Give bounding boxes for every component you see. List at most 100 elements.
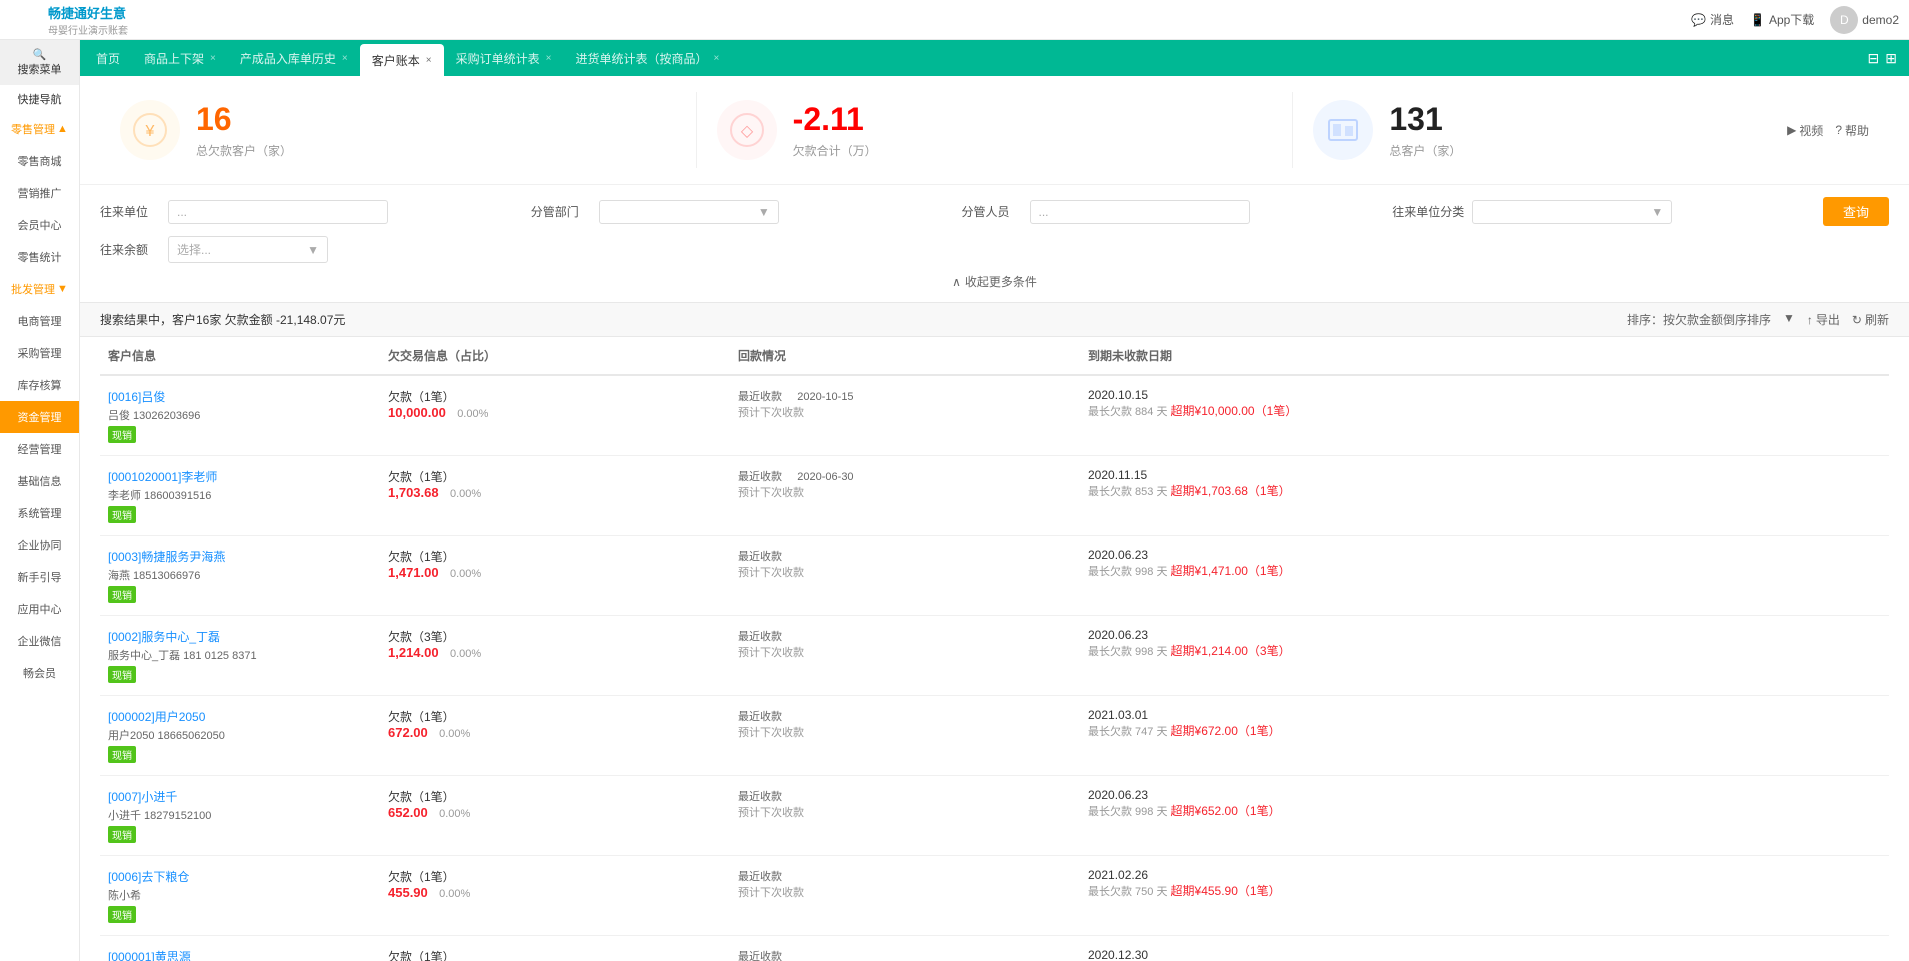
tab-close-icon[interactable]: × bbox=[546, 53, 552, 64]
sidebar-item-enterprise[interactable]: 企业协同 bbox=[0, 529, 79, 561]
user-area[interactable]: D demo2 bbox=[1830, 6, 1899, 34]
overdue-date: 2020.12.30 bbox=[1088, 948, 1881, 961]
unit-type-select[interactable]: ▼ bbox=[1472, 200, 1672, 224]
customer-name-link[interactable]: [0016]吕俊 bbox=[108, 390, 165, 404]
overdue-date: 2020.11.15 bbox=[1088, 468, 1881, 482]
sidebar-item-batch-mgmt[interactable]: 批发管理 ▼ bbox=[0, 273, 79, 305]
overdue-info: 2020.10.15 最长欠款 884 天 超期¥10,000.00（1笔） bbox=[1080, 388, 1889, 419]
search-button[interactable]: 查询 bbox=[1823, 197, 1889, 226]
debt-amount[interactable]: 455.90 bbox=[388, 885, 428, 900]
sidebar-search[interactable]: 🔍 搜索菜单 bbox=[0, 40, 79, 85]
message-btn[interactable]: 💬 消息 bbox=[1691, 11, 1734, 28]
tab-close-icon[interactable]: × bbox=[210, 53, 216, 64]
customer-tag: 现销 bbox=[108, 586, 136, 603]
export-btn[interactable]: ↑ 导出 bbox=[1807, 311, 1840, 328]
customer-name-link[interactable]: [0002]服务中心_丁磊 bbox=[108, 630, 220, 644]
overdue-link[interactable]: 超期¥652.00（1笔） bbox=[1171, 804, 1281, 818]
tab-purchase-order[interactable]: 采购订单统计表 × bbox=[444, 40, 564, 76]
debt-amount[interactable]: 1,214.00 bbox=[388, 645, 439, 660]
sidebar-item-basic-info[interactable]: 基础信息 bbox=[0, 465, 79, 497]
payment-info: 最近收款 2020-10-15 预计下次收款 bbox=[730, 388, 1080, 420]
debt-count: 欠款（1笔） bbox=[388, 870, 455, 884]
customer-name-link[interactable]: [0007]小进千 bbox=[108, 790, 177, 804]
sidebar-quick-nav[interactable]: 快捷导航 bbox=[0, 85, 79, 113]
debt-amount[interactable]: 672.00 bbox=[388, 725, 428, 740]
debt-ratio: 0.00% bbox=[439, 808, 470, 820]
overdue-link[interactable]: 超期¥10,000.00（1笔） bbox=[1171, 404, 1298, 418]
payment-info: 最近收款 预计下次收款 bbox=[730, 548, 1080, 580]
sidebar-item-finance[interactable]: 资金管理 bbox=[0, 401, 79, 433]
debt-amount[interactable]: 1,471.00 bbox=[388, 565, 439, 580]
logo-area: 好 畅捷通好生意 母婴行业演示账套 bbox=[10, 3, 128, 37]
tab-customer-account[interactable]: 客户账本 × bbox=[360, 44, 444, 76]
sort-arrow-icon: ▼ bbox=[1783, 311, 1795, 328]
from-unit-input[interactable]: ... bbox=[168, 200, 388, 224]
minimize-icon[interactable]: ⊟ bbox=[1868, 50, 1880, 67]
sidebar-item-retail-mgmt[interactable]: 零售管理 ▲ bbox=[0, 113, 79, 145]
customer-name-link[interactable]: [000002]用户2050 bbox=[108, 710, 205, 724]
customer-name-link[interactable]: [0001020001]李老师 bbox=[108, 470, 217, 484]
filter-dept: 分管部门 ▼ bbox=[531, 200, 950, 224]
stat-icon-customers: ¥ bbox=[120, 100, 180, 160]
refresh-btn[interactable]: ↻ 刷新 bbox=[1852, 311, 1889, 328]
overdue-link[interactable]: 超期¥455.90（1笔） bbox=[1171, 884, 1281, 898]
col-debt: 欠交易信息（占比） bbox=[380, 347, 730, 364]
sidebar-item-retail-shop[interactable]: 零售商城 bbox=[0, 145, 79, 177]
tab-close-icon[interactable]: × bbox=[426, 55, 432, 66]
sidebar-item-member[interactable]: 会员中心 bbox=[0, 209, 79, 241]
tab-bar: 首页 商品上下架 × 产成品入库单历史 × 客户账本 × 采购订单统计表 × 进… bbox=[80, 40, 1909, 76]
tab-close-icon[interactable]: × bbox=[713, 53, 719, 64]
tab-home[interactable]: 首页 bbox=[84, 40, 132, 76]
collapse-button[interactable]: ∧ 收起更多条件 bbox=[100, 273, 1889, 290]
sidebar-item-ecommerce[interactable]: 电商管理 bbox=[0, 305, 79, 337]
dept-select[interactable]: ▼ bbox=[599, 200, 779, 224]
download-icon: 📱 bbox=[1750, 13, 1765, 27]
tab-close-icon[interactable]: × bbox=[342, 53, 348, 64]
debt-count: 欠款（1笔） bbox=[388, 950, 455, 961]
video-btn[interactable]: ▶ 视频 bbox=[1787, 122, 1823, 139]
col-payment: 回款情况 bbox=[730, 347, 1080, 364]
debt-ratio: 0.00% bbox=[457, 408, 488, 420]
sidebar-item-retail-stat[interactable]: 零售统计 bbox=[0, 241, 79, 273]
manager-label: 分管人员 bbox=[962, 203, 1022, 220]
balance-select[interactable]: 选择... ▼ bbox=[168, 236, 328, 263]
collapse-icon: ∧ bbox=[952, 275, 961, 289]
stat-label-total: 总客户（家） bbox=[1389, 142, 1461, 159]
debt-amount[interactable]: 10,000.00 bbox=[388, 405, 446, 420]
customer-name-link[interactable]: [000001]黄思源 bbox=[108, 950, 191, 961]
sidebar-item-system[interactable]: 系统管理 bbox=[0, 497, 79, 529]
manager-input[interactable]: ... bbox=[1030, 200, 1250, 224]
svg-text:◇: ◇ bbox=[741, 123, 754, 140]
debt-amount[interactable]: 652.00 bbox=[388, 805, 428, 820]
sidebar-item-operation[interactable]: 经营管理 bbox=[0, 433, 79, 465]
tab-label: 采购订单统计表 bbox=[456, 50, 540, 67]
tab-label: 首页 bbox=[96, 50, 120, 67]
customer-name-link[interactable]: [0003]畅捷服务尹海燕 bbox=[108, 550, 225, 564]
top-right-area: 💬 消息 📱 App下载 D demo2 bbox=[1691, 6, 1899, 34]
sidebar-item-marketing[interactable]: 营销推广 bbox=[0, 177, 79, 209]
debt-count: 欠款（3笔） bbox=[388, 630, 455, 644]
sort-label[interactable]: 排序：按欠款金额倒序排序 bbox=[1627, 311, 1771, 328]
app-download-btn[interactable]: 📱 App下载 bbox=[1750, 11, 1814, 28]
sidebar-item-app-center[interactable]: 应用中心 bbox=[0, 593, 79, 625]
tab-product-shelf[interactable]: 商品上下架 × bbox=[132, 40, 228, 76]
result-summary: 搜索结果中，客户16家 欠款金额 -21,148.07元 bbox=[100, 311, 345, 328]
sidebar-item-inventory[interactable]: 库存核算 bbox=[0, 369, 79, 401]
overdue-link[interactable]: 超期¥1,214.00（3笔） bbox=[1171, 644, 1291, 658]
overdue-date: 2021.02.26 bbox=[1088, 868, 1881, 882]
customer-name-link[interactable]: [0006]去下粮仓 bbox=[108, 870, 189, 884]
tab-goods-stats[interactable]: 进货单统计表（按商品） × bbox=[563, 40, 731, 76]
overdue-link[interactable]: 超期¥672.00（1笔） bbox=[1171, 724, 1281, 738]
payment-last: 最近收款 bbox=[738, 628, 1072, 644]
sidebar-item-member2[interactable]: 畅会员 bbox=[0, 657, 79, 689]
sidebar-item-guide[interactable]: 新手引导 bbox=[0, 561, 79, 593]
sidebar-item-wechat[interactable]: 企业微信 bbox=[0, 625, 79, 657]
sidebar-item-purchase[interactable]: 采购管理 bbox=[0, 337, 79, 369]
customer-info: [000002]用户2050 用户2050 18665062050 现销 bbox=[100, 708, 380, 763]
maximize-icon[interactable]: ⊞ bbox=[1885, 50, 1897, 67]
overdue-link[interactable]: 超期¥1,471.00（1笔） bbox=[1171, 564, 1291, 578]
overdue-link[interactable]: 超期¥1,703.68（1笔） bbox=[1171, 484, 1291, 498]
help-btn[interactable]: ? 帮助 bbox=[1835, 122, 1869, 139]
tab-product-history[interactable]: 产成品入库单历史 × bbox=[228, 40, 360, 76]
debt-amount[interactable]: 1,703.68 bbox=[388, 485, 439, 500]
